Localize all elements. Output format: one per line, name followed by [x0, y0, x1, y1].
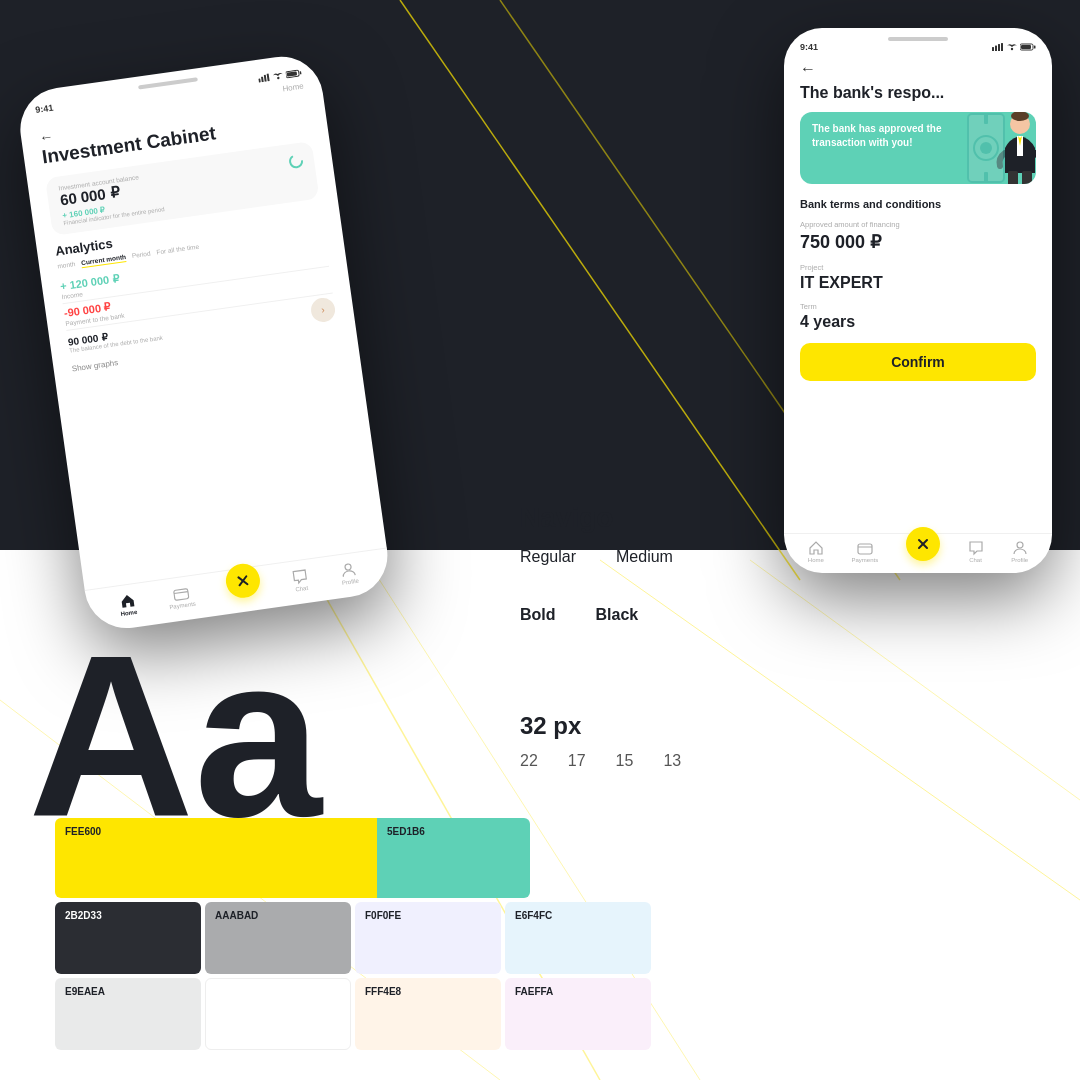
size-17: 17	[568, 752, 586, 770]
svg-rect-40	[984, 114, 988, 124]
swatch-teal: 5ED1B6	[377, 818, 530, 898]
right-nav-home[interactable]: Home	[808, 540, 824, 563]
svg-rect-10	[267, 73, 270, 81]
svg-rect-22	[995, 46, 997, 52]
font-sizes-panel: 32 px 22 17 15 13	[520, 712, 681, 770]
svg-rect-33	[1008, 171, 1018, 184]
swatch-teal-label: 5ED1B6	[387, 826, 425, 837]
swatch-lightgray: E9EAEA	[55, 978, 201, 1050]
amount-label: Approved amount of financing	[800, 220, 1036, 229]
size-22: 22	[520, 752, 538, 770]
weight-medium: Medium	[616, 548, 673, 566]
right-nav-chat[interactable]: Chat	[968, 540, 984, 563]
svg-rect-42	[858, 544, 872, 554]
confirm-button[interactable]: Confirm	[800, 343, 1036, 381]
right-phone: 9:41 ← The bank's respo... The bank has …	[784, 28, 1052, 573]
svg-rect-9	[264, 75, 267, 82]
svg-point-11	[277, 77, 280, 80]
svg-rect-8	[261, 77, 264, 83]
approval-banner: The bank has approved the transaction wi…	[800, 112, 1036, 184]
terms-section: Bank terms and conditions Approved amoun…	[800, 198, 1036, 389]
banner-text: The bank has approved the transaction wi…	[812, 122, 952, 150]
font-panel: Navigo Regular Medium Bold Black	[520, 502, 673, 640]
svg-rect-21	[992, 47, 994, 51]
project-item: Project IT EXPERT	[800, 263, 1036, 292]
svg-rect-28	[1034, 46, 1036, 49]
weight-black: Black	[596, 606, 639, 624]
project-value: IT EXPERT	[800, 274, 1036, 292]
term-value: 4 years	[800, 313, 1036, 331]
weight-regular: Regular	[520, 548, 576, 566]
svg-rect-14	[300, 71, 302, 74]
color-palette: FEE600 5ED1B6 2B2D33 AAABAD F0F0FE E6F4F…	[55, 818, 651, 1050]
right-nav-payments[interactable]: Payments	[852, 540, 879, 563]
swatch-gray: AAABAD	[205, 902, 351, 974]
svg-rect-41	[984, 172, 988, 182]
svg-rect-34	[1022, 171, 1032, 184]
swatch-white	[205, 978, 351, 1050]
project-label: Project	[800, 263, 1036, 272]
svg-line-17	[174, 592, 188, 594]
term-label: Term	[800, 302, 1036, 311]
term-item: Term 4 years	[800, 302, 1036, 331]
swatch-yellow-label: FEE600	[65, 826, 101, 837]
left-phone-time: 9:41	[35, 103, 54, 115]
base-size-label: 32 px	[520, 712, 581, 740]
svg-rect-23	[998, 44, 1000, 51]
font-name-label: Navigo	[520, 502, 673, 534]
safe-icon	[966, 112, 1006, 184]
swatch-yellow: FEE600	[55, 818, 377, 898]
amount-value: 750 000 ₽	[800, 231, 1036, 253]
svg-point-39	[980, 142, 992, 154]
right-nav-fab[interactable]	[906, 527, 940, 561]
left-nav-fab[interactable]	[223, 561, 261, 599]
left-nav-payments[interactable]: Payments	[167, 584, 197, 610]
svg-point-25	[1011, 48, 1013, 50]
terms-title: Bank terms and conditions	[800, 198, 1036, 210]
svg-point-20	[345, 564, 352, 571]
left-nav-chat[interactable]: Chat	[291, 568, 310, 593]
swatch-lightpurple: F0F0FE	[355, 902, 501, 974]
right-phone-time: 9:41	[800, 42, 818, 52]
typography-display: Aa	[28, 633, 322, 840]
svg-rect-13	[287, 71, 297, 76]
right-phone-back[interactable]: ←	[800, 60, 1036, 78]
left-nav-profile[interactable]: Profile	[339, 561, 359, 586]
amount-item: Approved amount of financing 750 000 ₽	[800, 220, 1036, 253]
swatch-lightblue: E6F4FC	[505, 902, 651, 974]
svg-rect-24	[1001, 43, 1003, 51]
font-weights-list: Regular Medium Bold Black	[520, 548, 673, 624]
big-aa-text: Aa	[28, 633, 322, 840]
right-phone-bottom-nav: Home Payments Chat Profile	[784, 533, 1052, 563]
swatch-dark: 2B2D33	[55, 902, 201, 974]
swatch-peach: FFF4E8	[355, 978, 501, 1050]
right-nav-profile[interactable]: Profile	[1011, 540, 1028, 563]
weight-bold: Bold	[520, 606, 556, 624]
size-15: 15	[616, 752, 634, 770]
svg-rect-27	[1021, 45, 1031, 49]
left-phone-home-label: Home	[282, 82, 304, 94]
svg-rect-16	[173, 589, 188, 601]
svg-rect-7	[258, 78, 261, 82]
svg-point-15	[289, 154, 303, 168]
right-phone-title: The bank's respo...	[800, 84, 1036, 102]
size-13: 13	[663, 752, 681, 770]
svg-point-46	[1017, 542, 1023, 548]
swatch-lavender: FAEFFA	[505, 978, 651, 1050]
